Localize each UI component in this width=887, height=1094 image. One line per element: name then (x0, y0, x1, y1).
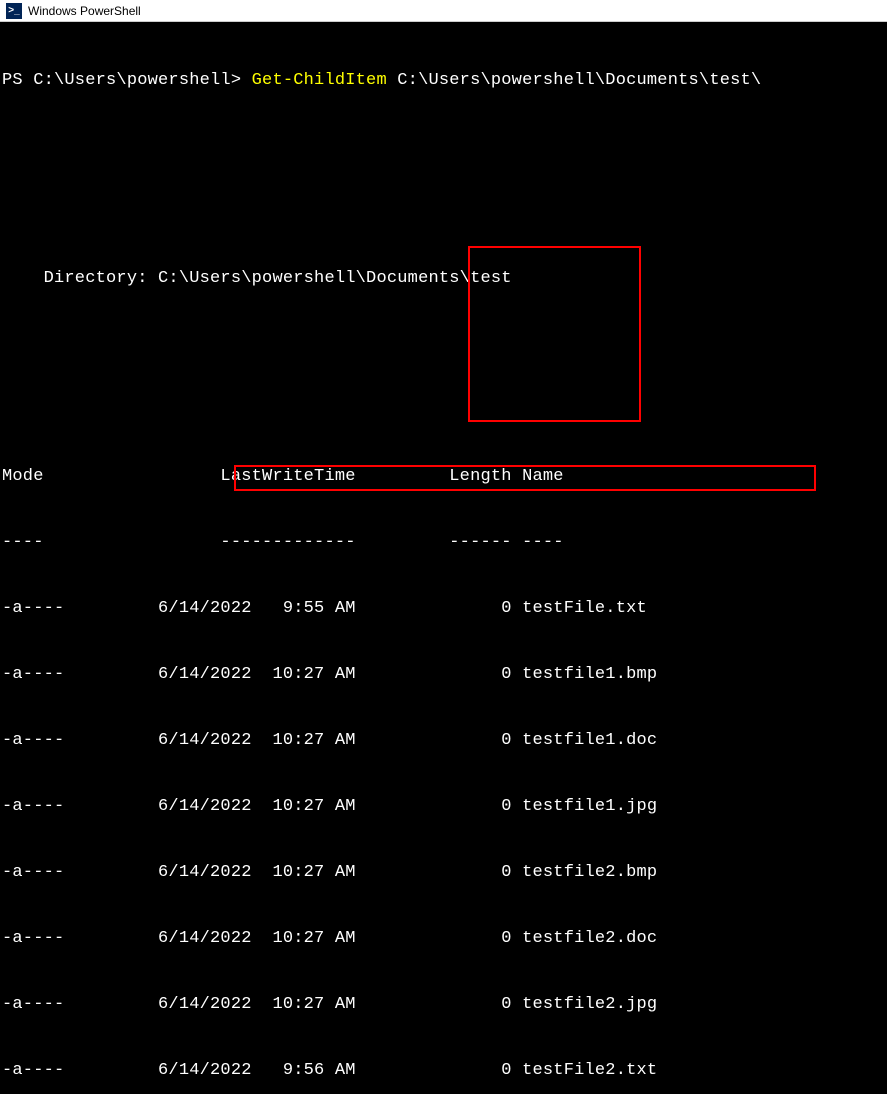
table-row: -a---- 6/14/2022 10:27 AM 0 testfile1.do… (2, 730, 885, 752)
table-row: -a---- 6/14/2022 9:55 AM 0 testFile.txt (2, 598, 885, 620)
table-row: -a---- 6/14/2022 10:27 AM 0 testfile1.bm… (2, 664, 885, 686)
table-row: -a---- 6/14/2022 10:27 AM 0 testfile2.do… (2, 928, 885, 950)
blank-line (2, 136, 885, 158)
highlight-box-remove-command (234, 465, 816, 491)
table-row: -a---- 6/14/2022 9:56 AM 0 testFile2.txt (2, 1060, 885, 1082)
terminal-output[interactable]: PS C:\Users\powershell> Get-ChildItem C:… (0, 22, 887, 1094)
table-row: -a---- 6/14/2022 10:27 AM 0 testfile2.jp… (2, 994, 885, 1016)
blank-line (2, 400, 885, 422)
powershell-icon: >_ (6, 3, 22, 19)
highlight-box-files (468, 246, 641, 422)
table-row: -a---- 6/14/2022 10:27 AM 0 testfile2.bm… (2, 862, 885, 884)
table-header-sep: ---- ------------- ------ ---- (2, 532, 885, 554)
path-argument: C:\Users\powershell\Documents\test\ (397, 71, 761, 90)
prompt: PS C:\Users\powershell> (2, 71, 252, 90)
table-row: -a---- 6/14/2022 10:27 AM 0 testfile1.jp… (2, 796, 885, 818)
cmdlet-get-childitem: Get-ChildItem (252, 71, 398, 90)
command-line-1: PS C:\Users\powershell> Get-ChildItem C:… (2, 70, 885, 92)
titlebar: >_ Windows PowerShell (0, 0, 887, 22)
blank-line (2, 202, 885, 224)
window-title: Windows PowerShell (28, 0, 141, 22)
blank-line (2, 334, 885, 356)
directory-header: Directory: C:\Users\powershell\Documents… (2, 268, 885, 290)
